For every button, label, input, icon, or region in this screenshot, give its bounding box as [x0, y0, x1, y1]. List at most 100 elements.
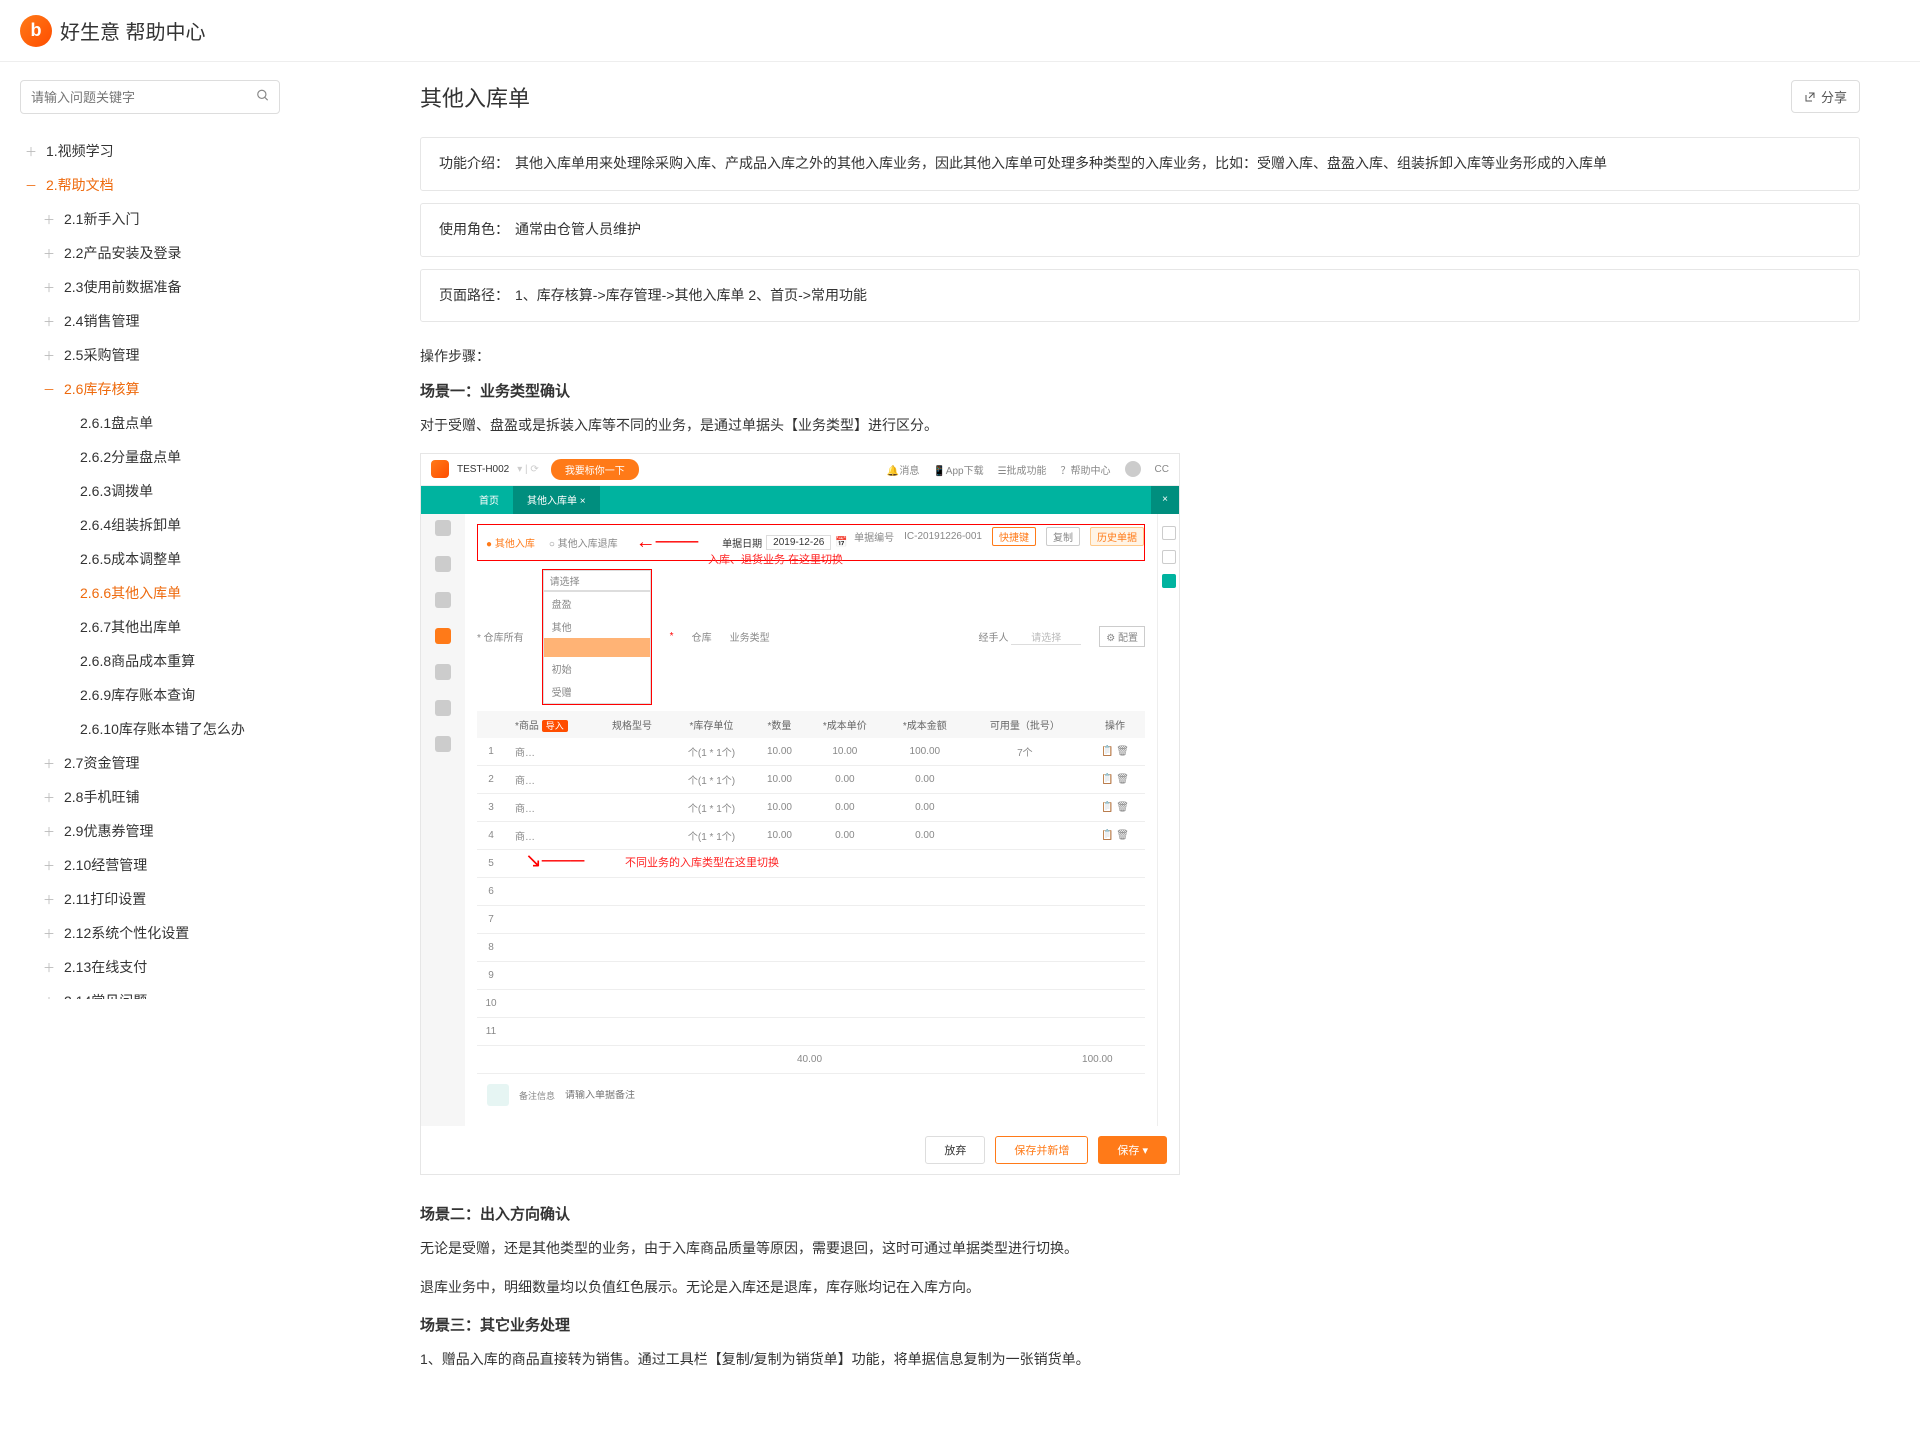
app-header: b 好生意 帮助中心 [0, 0, 1920, 62]
ss-save-new-button: 保存并新增 [995, 1136, 1088, 1164]
table-row: 10 [477, 990, 1145, 1018]
ss-doc-info: 单据编号IC-20191226-001 快捷键 复制 历史单据 [854, 527, 1144, 546]
minus-icon: － [24, 178, 38, 192]
search-input[interactable] [20, 80, 280, 114]
nav-2-6[interactable]: －2.6库存核算 [20, 372, 280, 406]
nav-2-4[interactable]: ＋2.4销售管理 [20, 304, 280, 338]
nav-2-10[interactable]: ＋2.10经营管理 [20, 848, 280, 882]
nav-2-12[interactable]: ＋2.12系统个性化设置 [20, 916, 280, 950]
steps-label: 操作步骤： [420, 346, 1860, 366]
share-icon [1804, 91, 1816, 103]
table-row: 4商…个(1 * 1个)10.000.000.00📋 🗑 [477, 822, 1145, 850]
ss-form-row: * 仓库所有 请选择 盘盈 其他 初始 受赠 *仓库 业务类型 经手人 请选择 [477, 569, 1145, 705]
minus-icon: － [42, 382, 56, 396]
ss-nav-icon [435, 520, 451, 536]
ss-save-button: 保存 ▾ [1098, 1136, 1167, 1164]
ss-tool-icon [1162, 526, 1176, 540]
table-row: 8 [477, 934, 1145, 962]
ss-top-button: 我要标你一下 [551, 459, 639, 480]
main-content: 其他入库单 分享 功能介绍： 其他入库单用来处理除采购入库、产成品入库之外的其他入… [300, 62, 1920, 1447]
nav-2-9[interactable]: ＋2.9优惠券管理 [20, 814, 280, 848]
intro-box: 功能介绍： 其他入库单用来处理除采购入库、产成品入库之外的其他入库业务，因此其他入… [420, 137, 1860, 191]
ss-tab-home: 首页 [465, 486, 513, 514]
ss-right-strip [1157, 514, 1179, 1127]
plus-icon: ＋ [42, 994, 56, 999]
nav-2-6-3[interactable]: 2.6.3调拨单 [20, 474, 280, 508]
ss-user: CC [1155, 464, 1169, 475]
nav-2-3[interactable]: ＋2.3使用前数据准备 [20, 270, 280, 304]
page-title: 其他入库单 [420, 81, 530, 113]
ss-help: ？帮助中心 [1061, 462, 1111, 477]
ss-remark-icon [487, 1084, 509, 1106]
nav-2-6-1[interactable]: 2.6.1盘点单 [20, 406, 280, 440]
sidebar: ＋1.视频学习 －2.帮助文档 ＋2.1新手入门 ＋2.2产品安装及登录 ＋2.… [0, 62, 300, 999]
ss-type-row: ● 其他入库 ○ 其他入库退库 ←─── 单据日期 2019-12-26 📅 入… [477, 524, 1145, 561]
table-row: 9 [477, 962, 1145, 990]
nav-2-8[interactable]: ＋2.8手机旺铺 [20, 780, 280, 814]
nav-2-6-6[interactable]: 2.6.6其他入库单 [20, 576, 280, 610]
ss-tabs: 首页 其他入库单 × × [421, 486, 1179, 514]
plus-icon: ＋ [42, 280, 56, 294]
ss-radio-in: ● 其他入库 [486, 535, 535, 550]
share-button[interactable]: 分享 [1791, 80, 1860, 113]
table-row: 2商…个(1 * 1个)10.000.000.00📋 🗑 [477, 766, 1145, 794]
intro-text: 其他入库单用来处理除采购入库、产成品入库之外的其他入库业务，因此其他入库单可处理… [515, 155, 1607, 171]
nav-2-6-5[interactable]: 2.6.5成本调整单 [20, 542, 280, 576]
ss-testid: TEST-H002 [457, 464, 509, 475]
ss-main: ● 其他入库 ○ 其他入库退库 ←─── 单据日期 2019-12-26 📅 入… [465, 514, 1157, 1127]
search-icon[interactable] [256, 89, 270, 106]
table-row: 5↘───不同业务的入库类型在这里切换 [477, 850, 1145, 878]
ss-date: 单据日期 2019-12-26 📅 [722, 535, 848, 550]
nav-docs[interactable]: －2.帮助文档 [20, 168, 280, 202]
ss-tool-icon [1162, 574, 1176, 588]
plus-icon: ＋ [42, 348, 56, 362]
ss-annotation-1: 入库、退货业务 在这里切换 [708, 551, 843, 567]
plus-icon: ＋ [42, 790, 56, 804]
nav-2-1[interactable]: ＋2.1新手入门 [20, 202, 280, 236]
ss-annotation-2: 不同业务的入库类型在这里切换 [625, 854, 779, 870]
logo[interactable]: b 好生意 帮助中心 [20, 15, 206, 47]
ss-avatar-icon [1125, 461, 1141, 477]
ss-biztype-dropdown: 请选择 盘盈 其他 初始 受赠 [542, 569, 652, 705]
plus-icon: ＋ [42, 824, 56, 838]
nav-2-6-9[interactable]: 2.6.9库存账本查询 [20, 678, 280, 712]
scene3-p1: 1、赠品入库的商品直接转为销售。通过工具栏【复制/复制为销货单】功能，将单据信息… [420, 1347, 1860, 1372]
role-box: 使用角色：通常由仓管人员维护 [420, 203, 1860, 257]
ss-remark-input [565, 1090, 1135, 1101]
ss-msg: 🔔消息 [887, 462, 919, 477]
embedded-screenshot: TEST-H002 ▾ | ⟳ 我要标你一下 🔔消息 📱App下载 ☰批成功能 … [420, 453, 1180, 1176]
ss-items-table: *商品 导入 规格型号 *库存单位 *数量 *成本单价 *成本金额 可用量（批号… [477, 711, 1145, 1047]
nav-2-14[interactable]: ＋2.14常见问题 [20, 984, 280, 999]
nav-video[interactable]: ＋1.视频学习 [20, 134, 280, 168]
nav-2-6-4[interactable]: 2.6.4组装拆卸单 [20, 508, 280, 542]
nav-2-5[interactable]: ＋2.5采购管理 [20, 338, 280, 372]
nav-2-6-2[interactable]: 2.6.2分量盘点单 [20, 440, 280, 474]
ss-footer: 放弃 保存并新增 保存 ▾ [421, 1126, 1179, 1174]
ss-cancel-button: 放弃 [925, 1136, 985, 1164]
plus-icon: ＋ [42, 212, 56, 226]
ss-nav-icon [435, 664, 451, 680]
table-row: 1商…个(1 * 1个)10.0010.00100.007个📋 🗑 [477, 738, 1145, 766]
plus-icon: ＋ [42, 960, 56, 974]
table-row: 6 [477, 878, 1145, 906]
nav-2-6-10[interactable]: 2.6.10库存账本错了怎么办 [20, 712, 280, 746]
ss-nav-icon-active [435, 628, 451, 644]
nav-2-11[interactable]: ＋2.11打印设置 [20, 882, 280, 916]
nav-2-6-8[interactable]: 2.6.8商品成本重算 [20, 644, 280, 678]
ss-tool-icon [1162, 550, 1176, 564]
ss-totals: 40.00100.00 [477, 1046, 1145, 1073]
ss-body: ● 其他入库 ○ 其他入库退库 ←─── 单据日期 2019-12-26 📅 入… [421, 514, 1179, 1127]
scene1-title: 场景一：业务类型确认 [420, 380, 1860, 401]
role-label: 使用角色： [439, 221, 509, 237]
ss-tab-current: 其他入库单 × [513, 486, 600, 514]
nav-2-7[interactable]: ＋2.7资金管理 [20, 746, 280, 780]
ss-remark: 备注信息 [477, 1073, 1145, 1116]
scene1-text: 对于受赠、盘盈或是拆装入库等不同的业务，是通过单据头【业务类型】进行区分。 [420, 413, 1860, 438]
intro-label: 功能介绍： [439, 155, 509, 171]
nav-2-13[interactable]: ＋2.13在线支付 [20, 950, 280, 984]
plus-icon: ＋ [42, 246, 56, 260]
nav-2-6-7[interactable]: 2.6.7其他出库单 [20, 610, 280, 644]
nav-2-2[interactable]: ＋2.2产品安装及登录 [20, 236, 280, 270]
table-row: 7 [477, 906, 1145, 934]
ss-tab-close-icon: × [1151, 486, 1179, 514]
